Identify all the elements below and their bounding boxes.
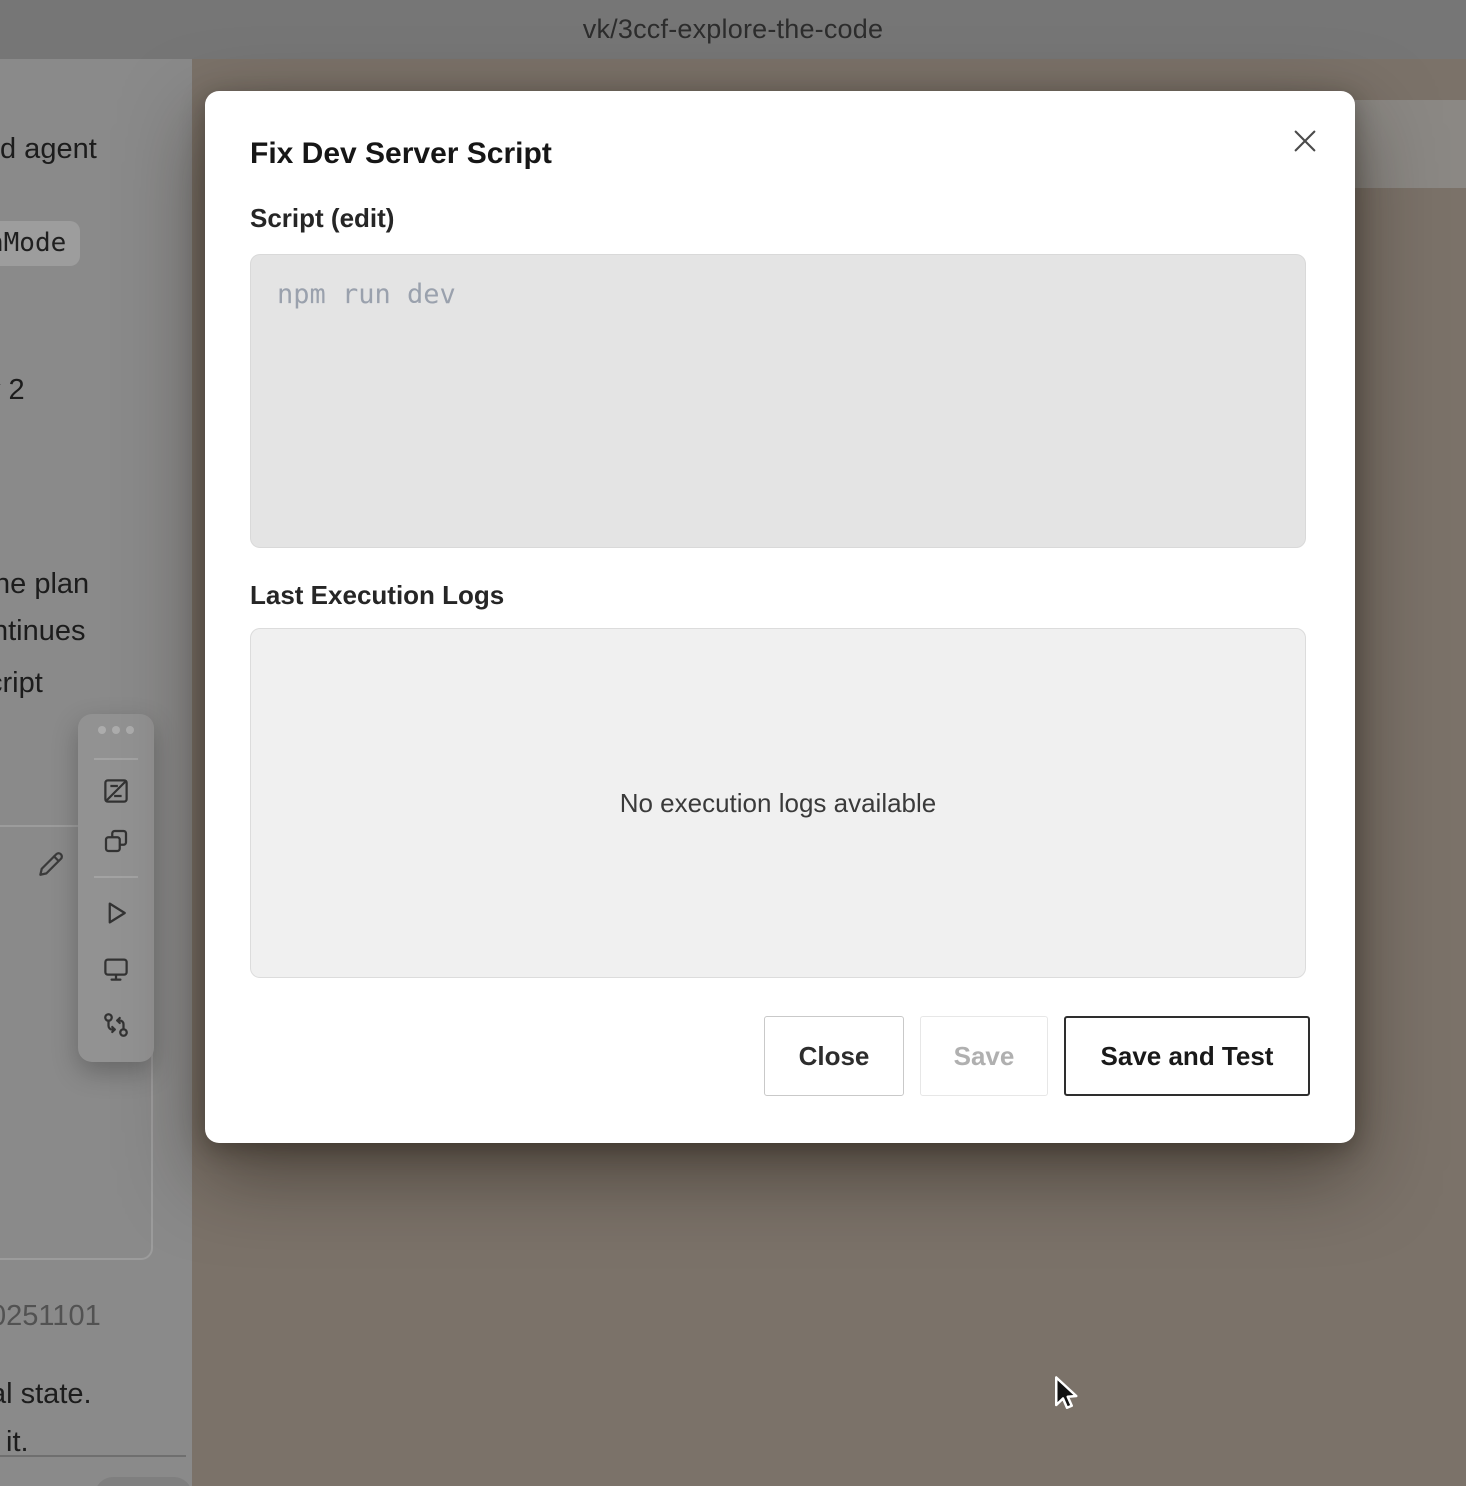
window-titlebar: vk/3ccf-explore-the-code <box>0 0 1466 59</box>
divider <box>0 1455 186 1457</box>
monitor-icon[interactable] <box>101 954 131 984</box>
save-and-test-button[interactable]: Save and Test <box>1064 1016 1310 1096</box>
chat-text-fragment: he plan <box>0 568 90 600</box>
logs-empty-message: No execution logs available <box>619 787 937 818</box>
close-icon[interactable] <box>1289 125 1321 157</box>
floating-tool-palette <box>78 714 154 1062</box>
chat-text-fragment: al state. <box>0 1378 92 1410</box>
chat-text-fragment: cript <box>0 667 43 699</box>
chat-text-fragment: ntinues <box>0 615 86 647</box>
fix-dev-server-dialog: Fix Dev Server Script Script (edit) Last… <box>205 91 1355 1143</box>
mode-badge: nMode <box>0 221 81 266</box>
chat-text-fragment: d agent <box>0 133 97 165</box>
mouse-cursor-icon <box>1050 1374 1080 1416</box>
close-button[interactable]: Close <box>764 1016 904 1096</box>
partial-bottom-button[interactable] <box>95 1477 192 1486</box>
screenshot-logo-icon[interactable] <box>101 776 131 806</box>
palette-divider <box>94 876 138 878</box>
timestamp-fragment: 0251101 <box>0 1300 101 1332</box>
dialog-actions: Close Save Save and Test <box>250 1016 1310 1096</box>
palette-divider <box>94 758 138 760</box>
pencil-icon[interactable] <box>36 849 66 879</box>
window-title: vk/3ccf-explore-the-code <box>582 14 884 44</box>
play-icon[interactable] <box>101 898 131 928</box>
script-label: Script (edit) <box>250 203 395 233</box>
chat-text-fragment: y 2 <box>0 374 25 406</box>
copy-icon[interactable] <box>101 826 131 856</box>
dialog-title: Fix Dev Server Script <box>250 137 552 170</box>
logs-label: Last Execution Logs <box>250 580 505 610</box>
script-input[interactable] <box>250 254 1306 548</box>
save-button[interactable]: Save <box>920 1016 1048 1096</box>
app-window: vk/3ccf-explore-the-code d agent nMode y… <box>0 0 1466 1486</box>
git-compare-icon[interactable] <box>101 1010 131 1040</box>
chat-sidebar-backdrop: d agent nMode y 2 he plan ntinues cript <box>0 59 192 1486</box>
logs-panel: No execution logs available <box>250 628 1306 978</box>
drag-handle-dots[interactable] <box>78 726 154 734</box>
